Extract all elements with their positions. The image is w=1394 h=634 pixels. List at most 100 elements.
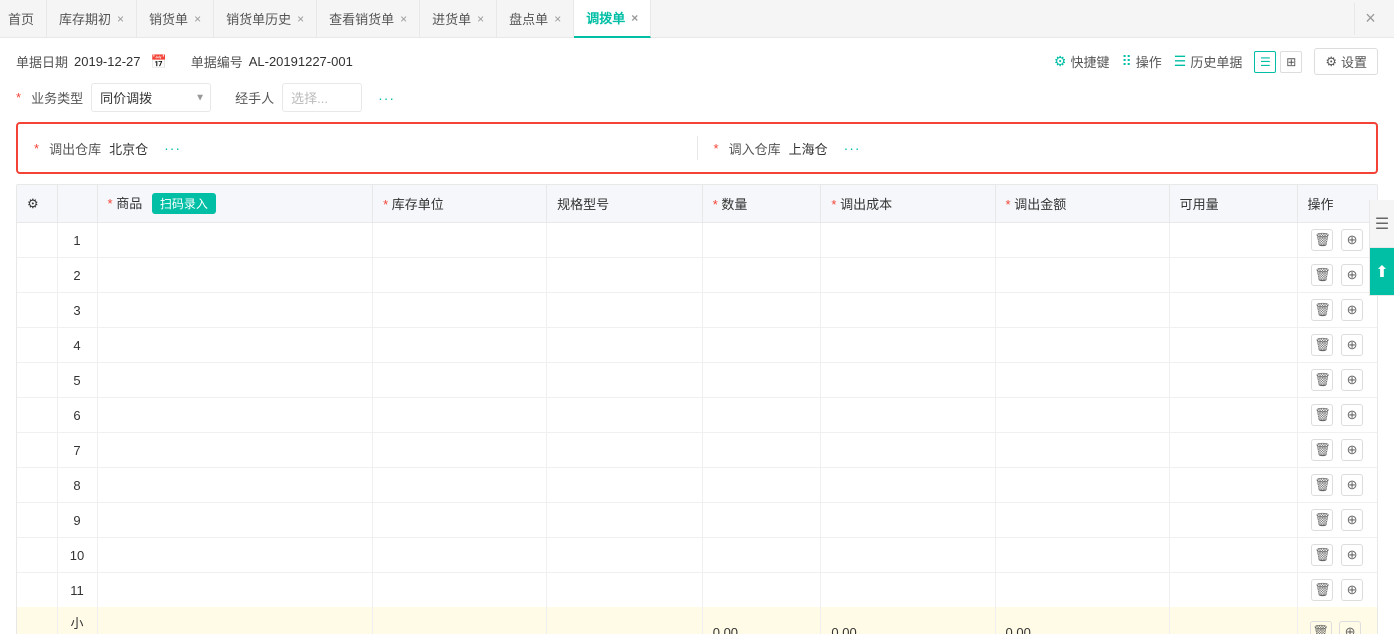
row-unit-3[interactable] (373, 293, 547, 328)
row-delete-icon-4[interactable]: 🗑 (1311, 334, 1333, 356)
row-copy-icon-11[interactable]: ⊕ (1341, 579, 1363, 601)
row-delete-icon-9[interactable]: 🗑 (1311, 509, 1333, 531)
row-spec-3[interactable] (547, 293, 703, 328)
warehouse-in-more-btn[interactable]: ··· (844, 140, 861, 156)
row-cost-10[interactable] (821, 538, 995, 573)
row-spec-2[interactable] (547, 258, 703, 293)
row-cost-4[interactable] (821, 328, 995, 363)
row-product-1[interactable] (97, 223, 373, 258)
row-amount-1[interactable] (995, 223, 1169, 258)
tab-view-sales[interactable]: 查看销货单 × (317, 0, 420, 38)
row-product-2[interactable] (97, 258, 373, 293)
row-cost-3[interactable] (821, 293, 995, 328)
row-copy-icon-6[interactable]: ⊕ (1341, 404, 1363, 426)
row-qty-3[interactable] (702, 293, 821, 328)
warehouse-out-more-btn[interactable]: ··· (164, 140, 181, 156)
row-amount-2[interactable] (995, 258, 1169, 293)
row-unit-10[interactable] (373, 538, 547, 573)
tab-close-stocktake[interactable]: × (554, 12, 561, 26)
row-amount-6[interactable] (995, 398, 1169, 433)
row-amount-7[interactable] (995, 433, 1169, 468)
row-qty-1[interactable] (702, 223, 821, 258)
subtotal-delete-icon[interactable]: 🗑 (1310, 621, 1332, 634)
business-type-select[interactable]: 同价调拨 ▼ (91, 83, 211, 112)
row-unit-8[interactable] (373, 468, 547, 503)
tab-stocktake[interactable]: 盘点单 × (497, 0, 574, 38)
row-spec-10[interactable] (547, 538, 703, 573)
row-delete-icon-2[interactable]: 🗑 (1311, 264, 1333, 286)
row-qty-5[interactable] (702, 363, 821, 398)
warehouse-in-value[interactable]: 上海仓 (789, 139, 828, 158)
row-copy-icon-5[interactable]: ⊕ (1341, 369, 1363, 391)
row-unit-7[interactable] (373, 433, 547, 468)
row-spec-7[interactable] (547, 433, 703, 468)
row-amount-10[interactable] (995, 538, 1169, 573)
row-copy-icon-2[interactable]: ⊕ (1341, 264, 1363, 286)
row-product-5[interactable] (97, 363, 373, 398)
row-delete-icon-5[interactable]: 🗑 (1311, 369, 1333, 391)
row-qty-4[interactable] (702, 328, 821, 363)
sidebar-list-icon[interactable]: ☰ (1370, 200, 1394, 248)
row-unit-4[interactable] (373, 328, 547, 363)
tab-transfer[interactable]: 调拨单 × (574, 0, 651, 38)
setting-button[interactable]: ⚙ 设置 (1314, 48, 1378, 75)
row-amount-4[interactable] (995, 328, 1169, 363)
tab-close-view-sales[interactable]: × (400, 12, 407, 26)
person-select[interactable]: 选择... (282, 83, 362, 112)
row-spec-1[interactable] (547, 223, 703, 258)
row-qty-9[interactable] (702, 503, 821, 538)
tab-home[interactable]: 首页 (8, 0, 47, 38)
tab-sales-order[interactable]: 销货单 × (137, 0, 214, 38)
row-unit-6[interactable] (373, 398, 547, 433)
row-cost-1[interactable] (821, 223, 995, 258)
row-spec-4[interactable] (547, 328, 703, 363)
row-copy-icon-4[interactable]: ⊕ (1341, 334, 1363, 356)
tab-inventory-init[interactable]: 库存期初 × (47, 0, 137, 38)
sidebar-export-icon[interactable]: ⬆ (1370, 248, 1394, 296)
tab-close-purchase-order[interactable]: × (477, 12, 484, 26)
row-spec-8[interactable] (547, 468, 703, 503)
shortcuts-btn[interactable]: ⚙ 快捷键 (1054, 52, 1110, 71)
row-cost-8[interactable] (821, 468, 995, 503)
row-spec-5[interactable] (547, 363, 703, 398)
row-delete-icon-11[interactable]: 🗑 (1311, 579, 1333, 601)
row-delete-icon-1[interactable]: 🗑 (1311, 229, 1333, 251)
row-cost-9[interactable] (821, 503, 995, 538)
row-product-8[interactable] (97, 468, 373, 503)
row-unit-5[interactable] (373, 363, 547, 398)
row-cost-2[interactable] (821, 258, 995, 293)
row-amount-3[interactable] (995, 293, 1169, 328)
row-amount-9[interactable] (995, 503, 1169, 538)
row-cost-7[interactable] (821, 433, 995, 468)
layout-grid-icon[interactable]: ⊞ (1280, 51, 1302, 73)
row-spec-9[interactable] (547, 503, 703, 538)
layout-list-icon[interactable]: ☰ (1254, 51, 1276, 73)
row-product-9[interactable] (97, 503, 373, 538)
history-btn[interactable]: ☰ 历史单据 (1174, 52, 1243, 71)
row-cost-6[interactable] (821, 398, 995, 433)
operations-btn[interactable]: ⠿ 操作 (1121, 52, 1161, 71)
row-product-7[interactable] (97, 433, 373, 468)
row-unit-9[interactable] (373, 503, 547, 538)
row-product-3[interactable] (97, 293, 373, 328)
row-delete-icon-3[interactable]: 🗑 (1311, 299, 1333, 321)
row-unit-2[interactable] (373, 258, 547, 293)
person-more-btn[interactable]: ··· (378, 90, 395, 106)
row-qty-6[interactable] (702, 398, 821, 433)
row-copy-icon-7[interactable]: ⊕ (1341, 439, 1363, 461)
row-copy-icon-10[interactable]: ⊕ (1341, 544, 1363, 566)
row-delete-icon-10[interactable]: 🗑 (1311, 544, 1333, 566)
row-copy-icon-1[interactable]: ⊕ (1341, 229, 1363, 251)
tab-close-transfer[interactable]: × (631, 11, 638, 25)
row-product-6[interactable] (97, 398, 373, 433)
row-product-10[interactable] (97, 538, 373, 573)
warehouse-out-value[interactable]: 北京仓 (109, 139, 148, 158)
row-unit-1[interactable] (373, 223, 547, 258)
row-delete-icon-7[interactable]: 🗑 (1311, 439, 1333, 461)
window-close-button[interactable]: × (1354, 3, 1386, 35)
tab-close-sales-history[interactable]: × (297, 12, 304, 26)
row-amount-8[interactable] (995, 468, 1169, 503)
row-qty-2[interactable] (702, 258, 821, 293)
row-product-4[interactable] (97, 328, 373, 363)
tab-close-sales-order[interactable]: × (194, 12, 201, 26)
